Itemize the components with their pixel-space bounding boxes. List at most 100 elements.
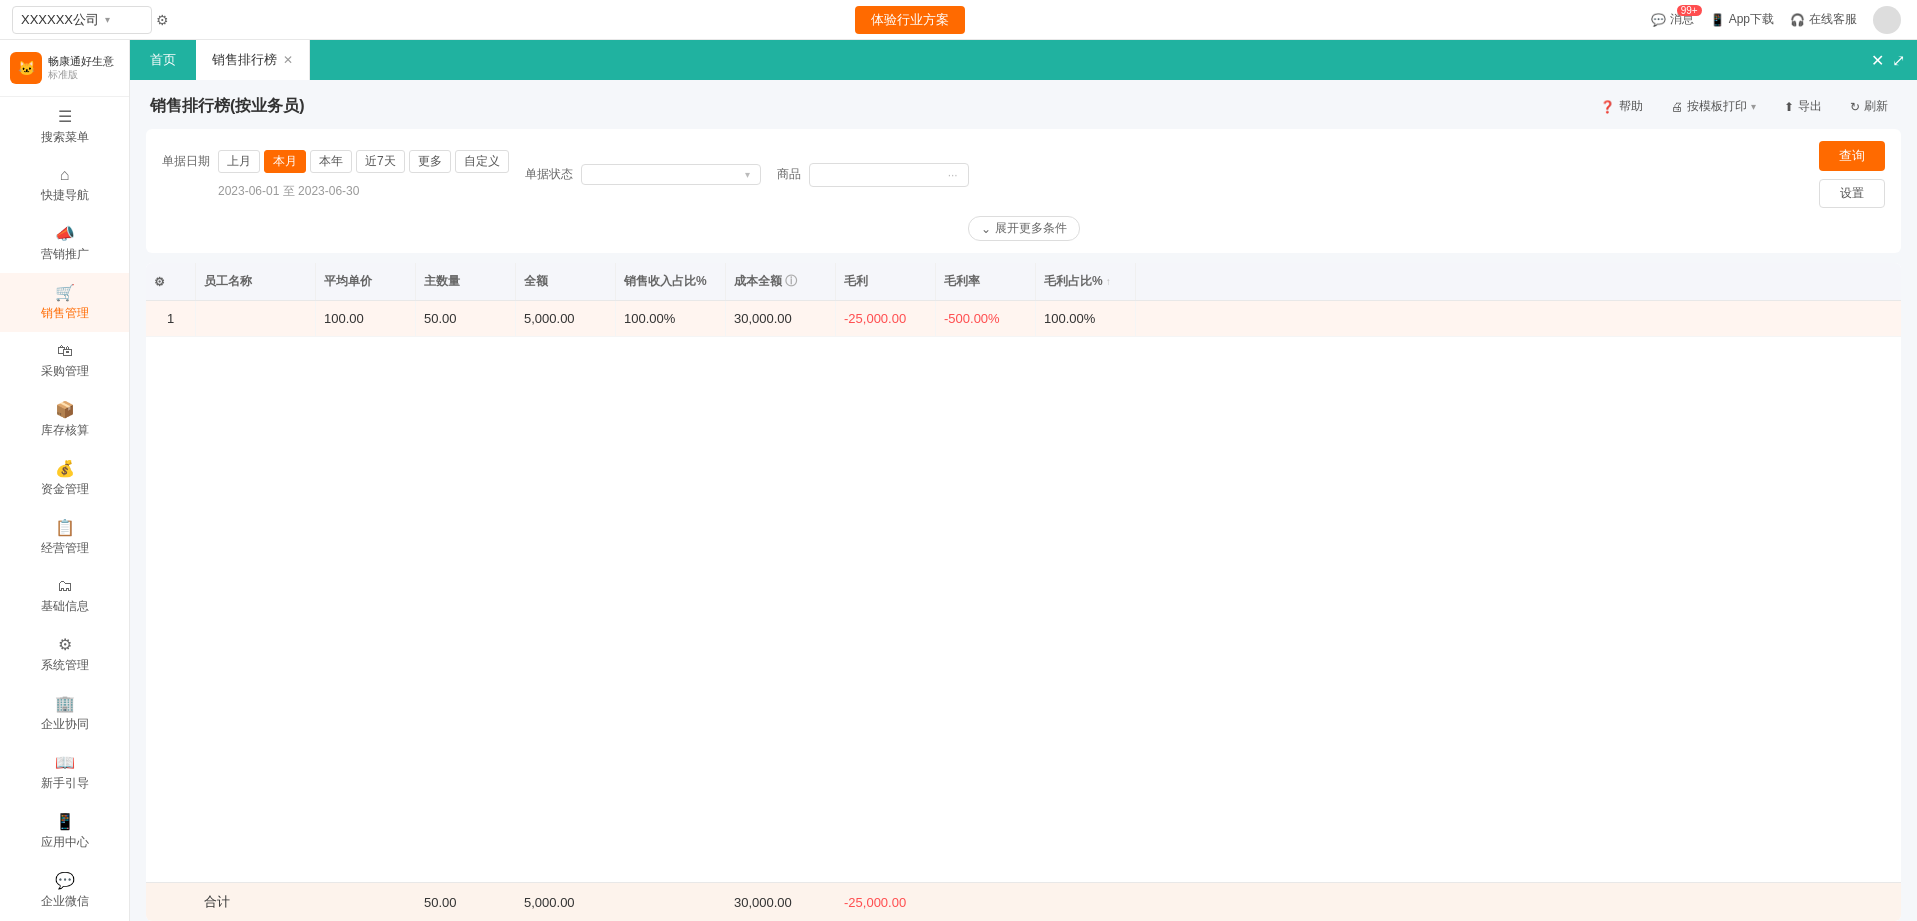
sidebar-item-enterprise[interactable]: 🏢 企业协同 xyxy=(0,684,129,743)
td-rank: 1 xyxy=(146,301,196,336)
export-button[interactable]: ⬆ 导出 xyxy=(1775,94,1831,119)
expand-conditions-button[interactable]: ⌄ 展开更多条件 xyxy=(968,216,1080,241)
sidebar-item-purchase[interactable]: 🛍 采购管理 xyxy=(0,332,129,390)
gross-ratio-sort-icon[interactable]: ↑ xyxy=(1106,276,1111,287)
sidebar-item-appcenter[interactable]: 📱 应用中心 xyxy=(0,802,129,861)
footer-cost-value: 30,000.00 xyxy=(734,895,792,910)
status-select[interactable]: ▾ xyxy=(581,164,761,185)
col-header-amount: 全额 xyxy=(516,263,616,300)
date-btn-more[interactable]: 更多 xyxy=(409,150,451,173)
goods-filter-label: 商品 xyxy=(777,166,801,183)
logo-line1: 畅康通好生意 xyxy=(48,54,114,68)
avatar xyxy=(1873,6,1901,34)
col-amount-label: 全额 xyxy=(524,273,548,290)
online-service-item[interactable]: 🎧 在线客服 xyxy=(1790,11,1857,28)
logo-cat-icon: 🐱 xyxy=(18,60,35,76)
app-download-label: App下载 xyxy=(1729,11,1774,28)
tab-active-label: 销售排行榜 xyxy=(212,51,277,69)
tab-close-icon[interactable]: ✕ xyxy=(283,53,293,67)
inventory-icon: 📦 xyxy=(55,400,75,419)
footer-avg-price xyxy=(316,883,416,921)
date-btn-this-year[interactable]: 本年 xyxy=(310,150,352,173)
sidebar: 🐱 畅康通好生意 标准版 ☰ 搜索菜单 ⌂ 快捷导航 📣 营销推广 🛒 销售管理… xyxy=(0,40,130,921)
company-select[interactable]: XXXXXX公司 ▾ xyxy=(12,6,152,34)
footer-gross: -25,000.00 xyxy=(836,883,936,921)
print-label: 按模板打印 xyxy=(1687,98,1747,115)
ops-icon: 📋 xyxy=(55,518,75,537)
table-wrapper: ⚙ 员工名称 平均单价 主数量 全额 销售收入占比% xyxy=(146,263,1901,921)
marketing-icon: 📣 xyxy=(55,224,75,243)
message-item[interactable]: 💬 消息 99+ xyxy=(1651,11,1694,28)
sidebar-label-wechat: 企业微信 xyxy=(41,893,89,910)
td-name xyxy=(196,301,316,336)
td-gross: -25,000.00 xyxy=(836,301,936,336)
trial-button[interactable]: 体验行业方案 xyxy=(855,6,965,34)
export-label: 导出 xyxy=(1798,98,1822,115)
window-close-button[interactable]: ✕ xyxy=(1871,51,1884,70)
sidebar-item-quick-nav[interactable]: ⌂ 快捷导航 xyxy=(0,156,129,214)
logo-line2: 标准版 xyxy=(48,68,114,82)
col-cost-label: 成本全额 xyxy=(734,273,782,290)
sidebar-item-inventory[interactable]: 📦 库存核算 xyxy=(0,390,129,449)
sidebar-item-search-order[interactable]: ☰ 搜索菜单 xyxy=(0,97,129,156)
sidebar-item-finance[interactable]: 💰 资金管理 xyxy=(0,449,129,508)
table-row: 1 100.00 50.00 5,000.00 xyxy=(146,301,1901,337)
company-settings-icon[interactable]: ⚙ xyxy=(156,12,169,28)
sidebar-item-marketing[interactable]: 📣 营销推广 xyxy=(0,214,129,273)
sidebar-item-system[interactable]: ⚙ 系统管理 xyxy=(0,625,129,684)
table-footer: 合计 50.00 5,000.00 30,000.00 -25,000.00 xyxy=(146,882,1901,921)
page-title: 销售排行榜(按业务员) xyxy=(150,96,305,117)
system-icon: ⚙ xyxy=(58,635,72,654)
print-button[interactable]: 🖨 按模板打印 ▾ xyxy=(1662,94,1765,119)
help-button[interactable]: ❓ 帮助 xyxy=(1591,94,1652,119)
date-btn-last-month[interactable]: 上月 xyxy=(218,150,260,173)
logo-text-block: 畅康通好生意 标准版 xyxy=(48,54,114,82)
app-download-item[interactable]: 📱 App下载 xyxy=(1710,11,1774,28)
td-qty: 50.00 xyxy=(416,301,516,336)
tab-sales-ranking[interactable]: 销售排行榜 ✕ xyxy=(196,40,310,80)
date-btn-this-month[interactable]: 本月 xyxy=(264,150,306,173)
sidebar-item-wechat[interactable]: 💬 企业微信 xyxy=(0,861,129,920)
cost-info-icon[interactable]: ⓘ xyxy=(785,273,797,290)
date-btn-7days[interactable]: 近7天 xyxy=(356,150,405,173)
query-button[interactable]: 查询 xyxy=(1819,141,1885,171)
window-maximize-button[interactable]: ⤢ xyxy=(1892,51,1905,70)
filter-row: 单据日期 上月 本月 本年 近7天 更多 自定义 2023-06-01 至 20… xyxy=(162,141,1885,208)
sales-icon: 🛒 xyxy=(55,283,75,302)
guide-icon: 📖 xyxy=(55,753,75,772)
date-shortcuts: 上月 本月 本年 近7天 更多 自定义 xyxy=(218,150,509,173)
col-header-rank: ⚙ xyxy=(146,263,196,300)
online-service-label: 在线客服 xyxy=(1809,11,1857,28)
content-area: 首页 销售排行榜 ✕ ✕ ⤢ 销售排行榜(按业务员) ❓ 帮助 xyxy=(130,40,1917,921)
col-header-cost: 成本全额 ⓘ xyxy=(726,263,836,300)
printer-icon: 🖨 xyxy=(1671,100,1683,114)
settings-col-icon[interactable]: ⚙ xyxy=(154,275,165,289)
home-icon: ⌂ xyxy=(60,166,70,184)
message-badge: 99+ xyxy=(1677,5,1702,16)
sales-ratio-value: 100.00% xyxy=(624,311,675,326)
tab-home[interactable]: 首页 xyxy=(130,40,196,80)
td-gross-rate: -500.00% xyxy=(936,301,1036,336)
col-header-gross-rate: 毛利率 xyxy=(936,263,1036,300)
settings-button[interactable]: 设置 xyxy=(1819,179,1885,208)
goods-input[interactable]: ··· xyxy=(809,163,969,187)
sidebar-item-sales[interactable]: 🛒 销售管理 xyxy=(0,273,129,332)
footer-qty-value: 50.00 xyxy=(424,895,457,910)
sidebar-item-ops[interactable]: 📋 经营管理 xyxy=(0,508,129,567)
footer-cost: 30,000.00 xyxy=(726,883,836,921)
print-dropdown-icon[interactable]: ▾ xyxy=(1751,101,1756,112)
col-gross-rate-label: 毛利率 xyxy=(944,273,980,290)
tab-home-label: 首页 xyxy=(150,51,176,69)
col-header-gross: 毛利 xyxy=(836,263,936,300)
menu-icon: ☰ xyxy=(58,107,72,126)
sidebar-label-ops: 经营管理 xyxy=(41,540,89,557)
page-content: 销售排行榜(按业务员) ❓ 帮助 🖨 按模板打印 ▾ ⬆ 导出 xyxy=(130,80,1917,921)
refresh-button[interactable]: ↻ 刷新 xyxy=(1841,94,1897,119)
col-qty-label: 主数量 xyxy=(424,273,460,290)
sidebar-item-guide[interactable]: 📖 新手引导 xyxy=(0,743,129,802)
page-header: 销售排行榜(按业务员) ❓ 帮助 🖨 按模板打印 ▾ ⬆ 导出 xyxy=(130,80,1917,129)
cost-value: 30,000.00 xyxy=(734,311,792,326)
avatar-item[interactable] xyxy=(1873,6,1905,34)
sidebar-item-basic[interactable]: 🗂 基础信息 xyxy=(0,567,129,625)
date-btn-custom[interactable]: 自定义 xyxy=(455,150,509,173)
